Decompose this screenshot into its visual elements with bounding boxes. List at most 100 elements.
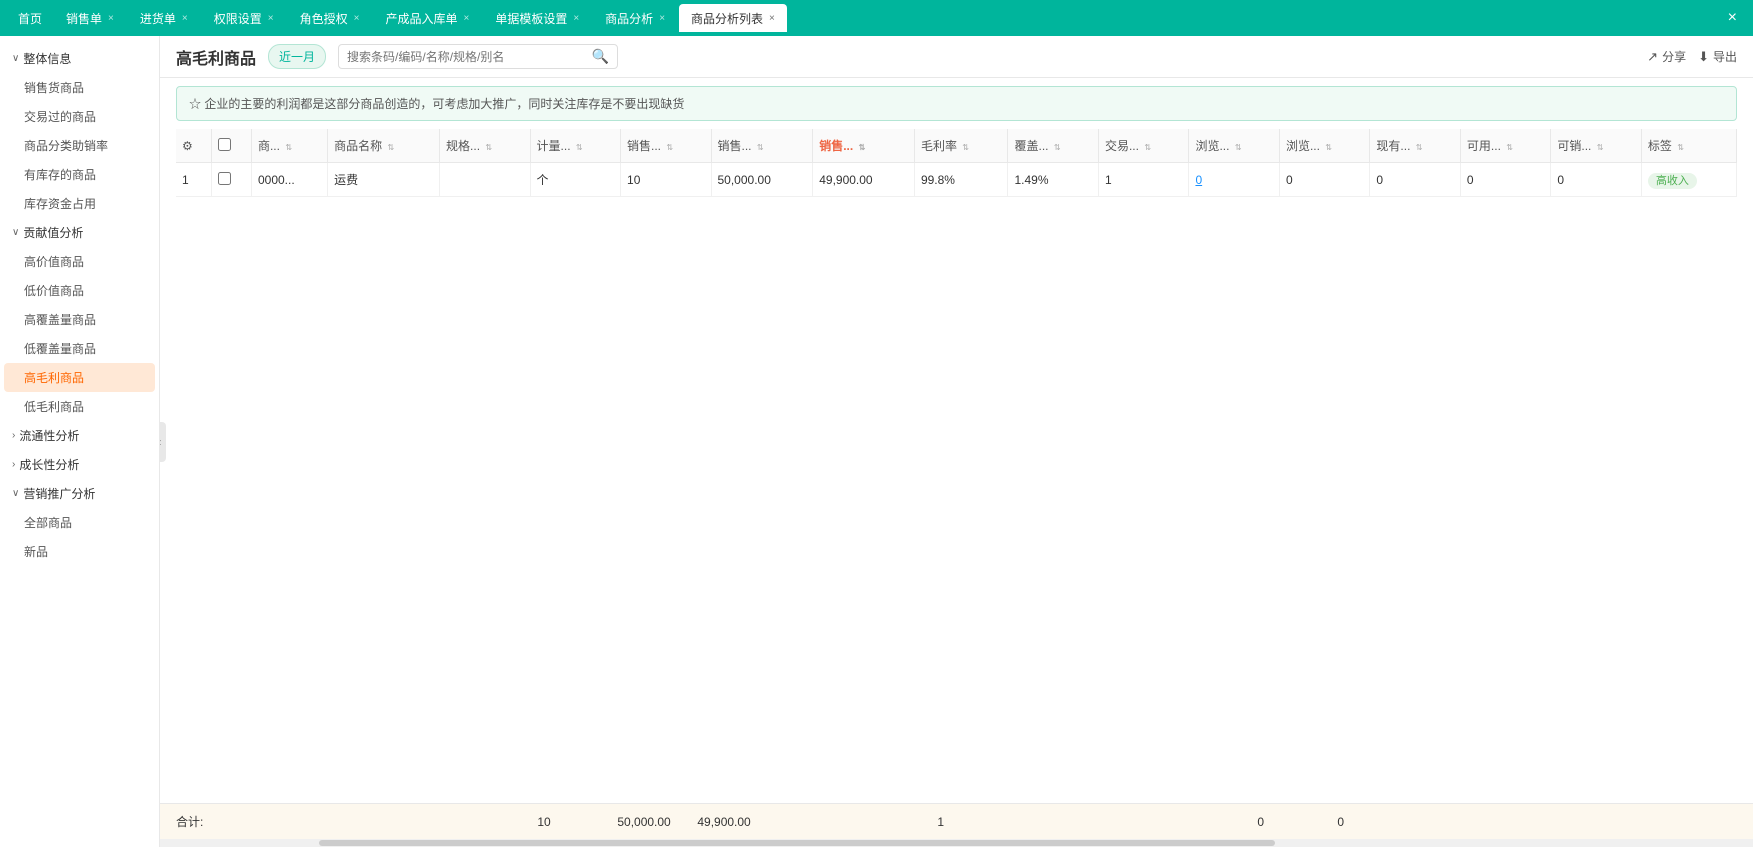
th-browse2-label: 浏览... [1286, 139, 1320, 153]
sidebar-item-high-value[interactable]: 高价值商品 [0, 247, 159, 276]
sidebar-group-contribution[interactable]: ∨ 贡献值分析 [0, 218, 159, 247]
td-code: 0000... [251, 163, 327, 197]
th-sales-profit-sort[interactable]: ⇅ [859, 143, 866, 152]
th-code-sort[interactable]: ⇅ [285, 143, 292, 152]
nav-tab-sales[interactable]: 销售单 × [54, 4, 126, 32]
filter-recent-month-button[interactable]: 近一月 [268, 44, 326, 69]
tag-badge: 高收入 [1648, 173, 1697, 189]
th-sales-qty-sort[interactable]: ⇅ [666, 143, 673, 152]
footer-col-4 [451, 815, 531, 829]
sidebar-item-stock-capital[interactable]: 库存资金占用 [0, 189, 159, 218]
th-code[interactable]: 商... ⇅ [251, 129, 327, 163]
th-sales-profit[interactable]: 销售... ⇅ [813, 129, 915, 163]
sidebar-item-low-margin[interactable]: 低毛利商品 [0, 392, 159, 421]
browse1-link[interactable]: 0 [1195, 173, 1202, 187]
share-button[interactable]: ↗ 分享 [1647, 48, 1686, 65]
th-spec-sort[interactable]: ⇅ [485, 143, 492, 152]
th-available-sort[interactable]: ⇅ [1506, 143, 1513, 152]
th-transaction[interactable]: 交易... ⇅ [1098, 129, 1188, 163]
footer-columns: 10 50,000.00 49,900.00 1 0 0 [211, 815, 1737, 829]
search-input[interactable] [347, 50, 588, 64]
nav-tab-analysis-list-label: 商品分析列表 [691, 10, 763, 27]
nav-tab-purchase[interactable]: 进货单 × [128, 4, 200, 32]
window-close-button[interactable]: × [1720, 9, 1745, 27]
settings-icon[interactable]: ⚙ [182, 139, 193, 153]
sidebar-item-all-goods[interactable]: 全部商品 [0, 508, 159, 537]
sidebar: ∨ 整体信息 销售货商品 交易过的商品 商品分类助销率 有库存的商品 库存资金占… [0, 36, 160, 847]
nav-home-tab[interactable]: 首页 [8, 10, 52, 27]
th-transaction-sort[interactable]: ⇅ [1144, 143, 1151, 152]
th-current-sort[interactable]: ⇅ [1416, 143, 1423, 152]
sidebar-group-marketing[interactable]: ∨ 营销推广分析 [0, 479, 159, 508]
sidebar-item-traded-goods[interactable]: 交易过的商品 [0, 102, 159, 131]
td-browse2: 0 [1279, 163, 1369, 197]
th-sales-amt[interactable]: 销售... ⇅ [711, 129, 813, 163]
th-name-sort[interactable]: ⇅ [387, 143, 394, 152]
th-unit[interactable]: 计量... ⇅ [530, 129, 620, 163]
th-saleable-label: 可销... [1557, 139, 1591, 153]
th-browse2[interactable]: 浏览... ⇅ [1279, 129, 1369, 163]
sidebar-item-low-value[interactable]: 低价值商品 [0, 276, 159, 305]
th-sales-amt-sort[interactable]: ⇅ [757, 143, 764, 152]
sidebar-group-liquidity-label: 流通性分析 [19, 427, 79, 444]
nav-tab-template-close[interactable]: × [573, 13, 579, 24]
nav-tab-roles-close[interactable]: × [354, 13, 360, 24]
th-browse2-sort[interactable]: ⇅ [1325, 143, 1332, 152]
nav-tab-analysis-list[interactable]: 商品分析列表 × [679, 4, 787, 32]
bottom-scrollbar-thumb[interactable] [319, 840, 1275, 846]
sidebar-item-high-coverage[interactable]: 高覆盖量商品 [0, 305, 159, 334]
nav-tab-purchase-close[interactable]: × [182, 13, 188, 24]
th-settings[interactable]: ⚙ [176, 129, 212, 163]
th-gross-margin[interactable]: 毛利率 ⇅ [914, 129, 1008, 163]
sidebar-group-growth[interactable]: › 成长性分析 [0, 450, 159, 479]
nav-tab-permissions-close[interactable]: × [268, 13, 274, 24]
th-current[interactable]: 现有... ⇅ [1370, 129, 1460, 163]
nav-tab-analysis-close[interactable]: × [659, 13, 665, 24]
sidebar-group-marketing-arrow: ∨ [12, 488, 19, 499]
sidebar-item-new-goods[interactable]: 新品 [0, 537, 159, 566]
nav-tab-products[interactable]: 产成品入库单 × [373, 4, 481, 32]
th-checkbox[interactable] [212, 129, 252, 163]
sidebar-item-sales-goods[interactable]: 销售货商品 [0, 73, 159, 102]
th-browse1[interactable]: 浏览... ⇅ [1189, 129, 1279, 163]
th-coverage-sort[interactable]: ⇅ [1054, 143, 1061, 152]
sidebar-item-high-margin[interactable]: 高毛利商品 [4, 363, 155, 392]
th-spec[interactable]: 规格... ⇅ [440, 129, 530, 163]
nav-tab-analysis[interactable]: 商品分析 × [593, 4, 677, 32]
sidebar-item-low-coverage[interactable]: 低覆盖量商品 [0, 334, 159, 363]
nav-tab-roles[interactable]: 角色授权 × [288, 4, 372, 32]
th-name[interactable]: 商品名称 ⇅ [328, 129, 440, 163]
nav-tab-analysis-list-close[interactable]: × [769, 13, 775, 24]
nav-tab-sales-close[interactable]: × [108, 13, 114, 24]
row-checkbox[interactable] [218, 172, 231, 185]
search-icon[interactable]: 🔍 [592, 48, 609, 65]
sidebar-collapse-button[interactable]: « [160, 422, 166, 462]
bottom-scrollbar[interactable] [160, 839, 1753, 847]
sidebar-item-stocked-goods[interactable]: 有库存的商品 [0, 160, 159, 189]
th-saleable[interactable]: 可销... ⇅ [1551, 129, 1641, 163]
nav-tab-permissions[interactable]: 权限设置 × [202, 4, 286, 32]
td-checkbox[interactable] [212, 163, 252, 197]
th-current-label: 现有... [1376, 139, 1410, 153]
th-tag-sort[interactable]: ⇅ [1677, 143, 1684, 152]
th-coverage[interactable]: 覆盖... ⇅ [1008, 129, 1098, 163]
select-all-checkbox[interactable] [218, 138, 231, 151]
th-available[interactable]: 可用... ⇅ [1460, 129, 1550, 163]
th-sales-qty[interactable]: 销售... ⇅ [621, 129, 711, 163]
th-unit-sort[interactable]: ⇅ [576, 143, 583, 152]
sidebar-item-category-rate[interactable]: 商品分类助销率 [0, 131, 159, 160]
nav-tab-products-close[interactable]: × [463, 13, 469, 24]
export-button[interactable]: ⬇ 导出 [1698, 48, 1737, 65]
sidebar-group-liquidity[interactable]: › 流通性分析 [0, 421, 159, 450]
th-saleable-sort[interactable]: ⇅ [1597, 143, 1604, 152]
td-name: 运费 [328, 163, 440, 197]
share-label: 分享 [1662, 48, 1686, 65]
top-nav-right: × [1720, 9, 1745, 27]
th-sales-amt-label: 销售... [718, 139, 752, 153]
nav-tab-template[interactable]: 单据模板设置 × [483, 4, 591, 32]
th-browse1-sort[interactable]: ⇅ [1235, 143, 1242, 152]
th-tag[interactable]: 标签 ⇅ [1641, 129, 1736, 163]
th-gross-margin-sort[interactable]: ⇅ [962, 143, 969, 152]
th-unit-label: 计量... [537, 139, 571, 153]
sidebar-group-overall[interactable]: ∨ 整体信息 [0, 44, 159, 73]
